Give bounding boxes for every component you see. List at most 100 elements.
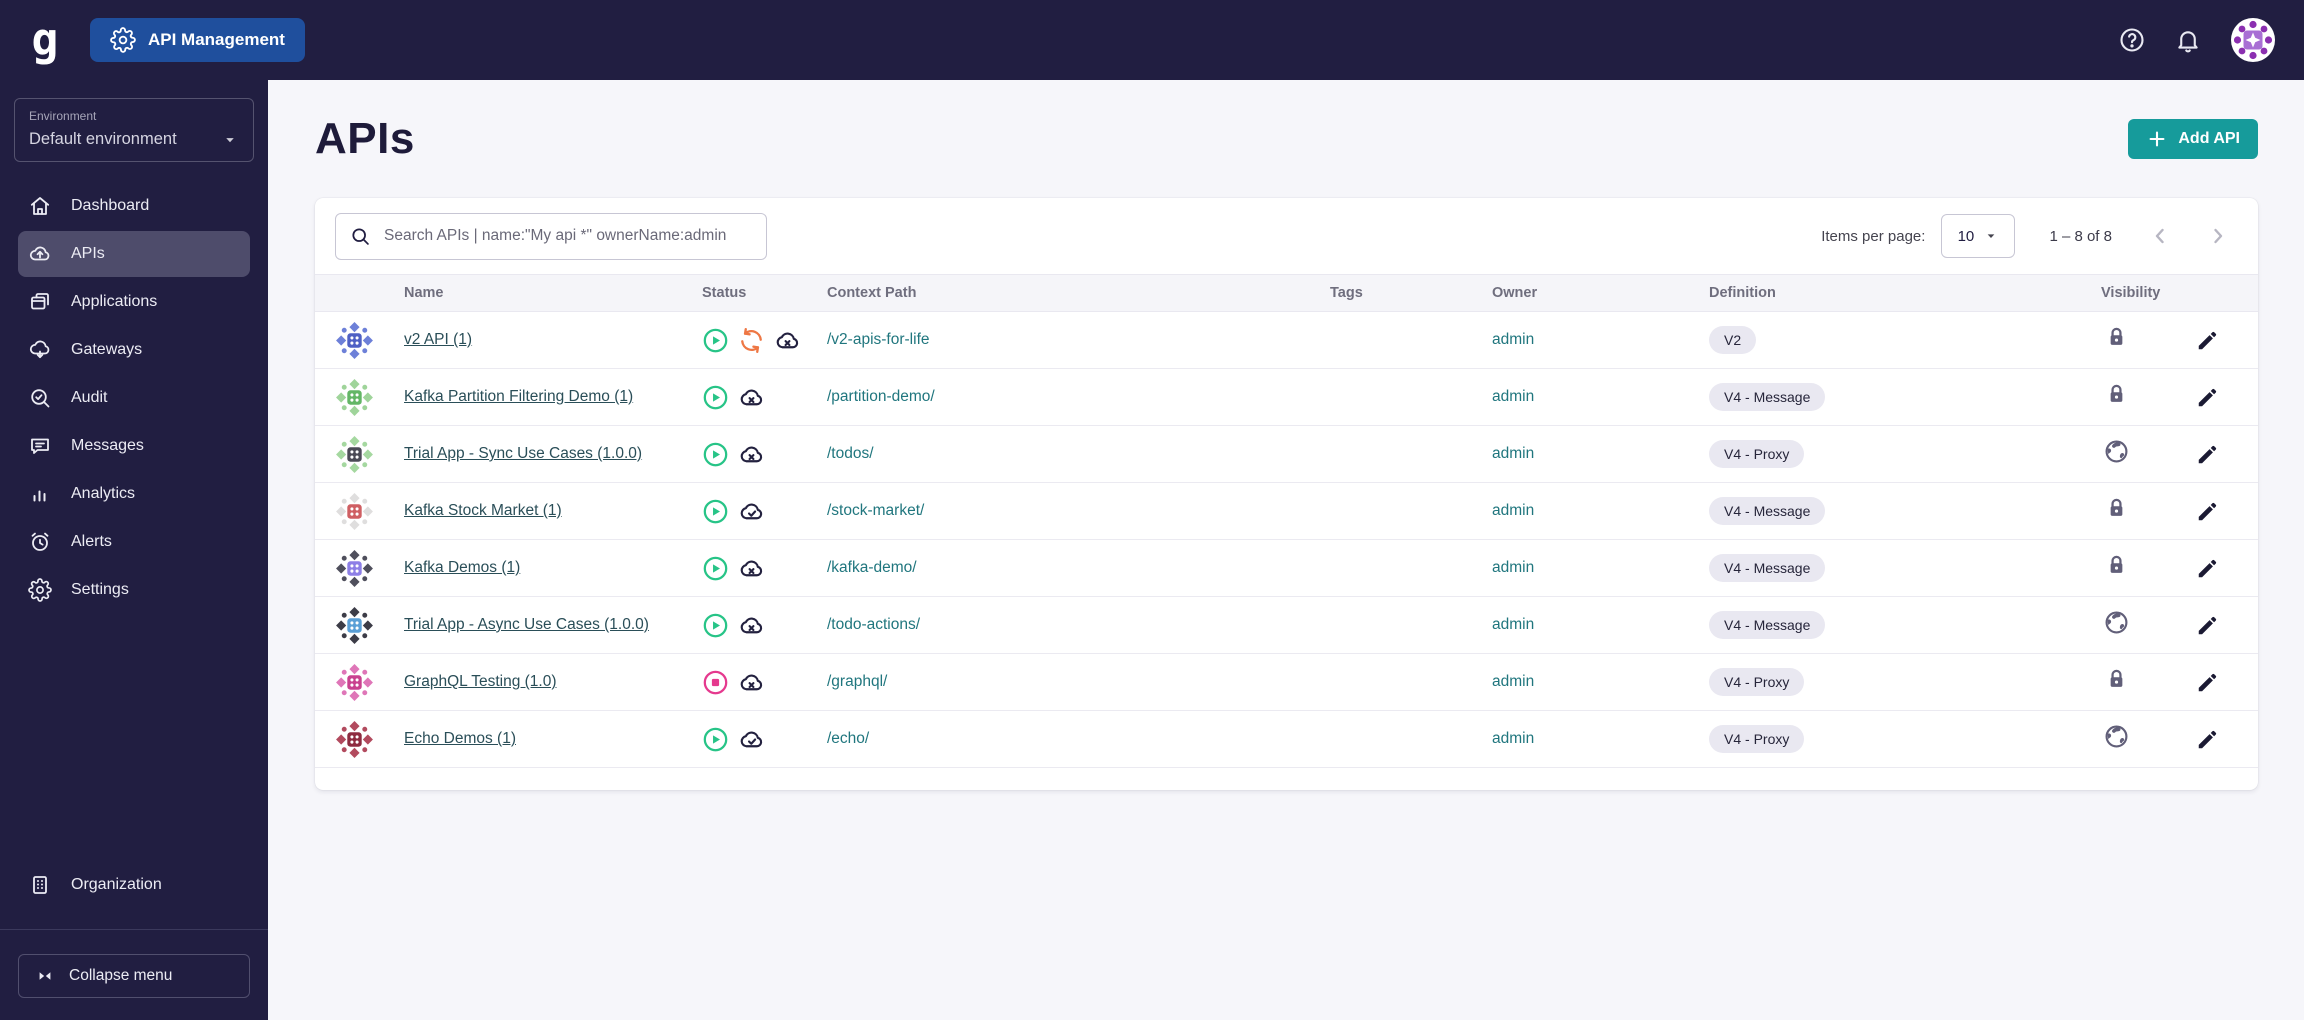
- sidebar-item-analytics[interactable]: Analytics: [18, 471, 250, 517]
- api-owner: admin: [1492, 673, 1535, 690]
- api-status: [702, 327, 827, 354]
- add-api-button[interactable]: Add API: [2128, 119, 2258, 159]
- api-name-link[interactable]: Echo Demos (1): [404, 730, 516, 747]
- play-icon: [702, 612, 729, 639]
- api-visibility: [2101, 495, 2191, 527]
- sidebar-item-organization[interactable]: Organization: [18, 862, 250, 908]
- pencil-icon: [2195, 613, 2220, 638]
- edit-api-button[interactable]: [2191, 723, 2224, 756]
- edit-api-button[interactable]: [2191, 438, 2224, 471]
- bell-icon: [2174, 26, 2202, 54]
- chevron-right-icon: [2206, 224, 2230, 248]
- edit-api-button[interactable]: [2191, 552, 2224, 585]
- lock-icon: [2103, 552, 2130, 579]
- api-visibility: [2101, 381, 2191, 413]
- api-status: [702, 441, 827, 468]
- environment-selector[interactable]: Environment Default environment: [14, 98, 254, 162]
- table-row: Trial App - Async Use Cases (1.0.0) /tod…: [315, 597, 2258, 654]
- play-icon: [702, 726, 729, 753]
- api-owner: admin: [1492, 616, 1535, 633]
- edit-api-button[interactable]: [2191, 609, 2224, 642]
- lock-icon: [2103, 324, 2130, 351]
- pencil-icon: [2195, 442, 2220, 467]
- sidebar-item-messages[interactable]: Messages: [18, 423, 250, 469]
- help-button[interactable]: [2118, 26, 2146, 54]
- api-name-link[interactable]: Trial App - Async Use Cases (1.0.0): [404, 616, 649, 633]
- api-visibility: [2101, 609, 2191, 641]
- pencil-icon: [2195, 670, 2220, 695]
- cloud-x-icon: [738, 669, 765, 696]
- api-visibility: [2101, 324, 2191, 356]
- app-label: API Management: [148, 30, 285, 49]
- sidebar-item-audit[interactable]: Audit: [18, 375, 250, 421]
- sidebar-item-dashboard[interactable]: Dashboard: [18, 183, 250, 229]
- api-context-path: /todo-actions/: [827, 616, 921, 633]
- app-switcher-button[interactable]: API Management: [90, 18, 305, 62]
- gear-icon: [28, 578, 52, 602]
- api-owner: admin: [1492, 502, 1535, 519]
- lock-icon: [2103, 666, 2130, 693]
- api-avatar: [336, 720, 373, 758]
- edit-api-button[interactable]: [2191, 666, 2224, 699]
- page-header: APIs Add API: [268, 80, 2304, 164]
- sidebar-item-apis[interactable]: APIs: [18, 231, 250, 277]
- apis-card: Items per page: 10 1 – 8 of 8 Name Status…: [315, 198, 2258, 790]
- next-page-button[interactable]: [2200, 218, 2236, 254]
- api-avatar: [336, 549, 373, 587]
- api-context-path: /v2-apis-for-life: [827, 331, 930, 348]
- api-name-link[interactable]: Trial App - Sync Use Cases (1.0.0): [404, 445, 642, 462]
- cloud-x-icon: [738, 612, 765, 639]
- topbar: g API Management: [0, 0, 2304, 80]
- api-name-link[interactable]: Kafka Partition Filtering Demo (1): [404, 388, 633, 405]
- cloud-down-icon: [28, 338, 52, 362]
- sidebar-item-alerts[interactable]: Alerts: [18, 519, 250, 565]
- search-icon: [350, 226, 371, 247]
- api-definition-badge: V4 - Message: [1709, 383, 1826, 411]
- api-name-link[interactable]: GraphQL Testing (1.0): [404, 673, 557, 690]
- api-name-link[interactable]: v2 API (1): [404, 331, 472, 348]
- column-header-owner: Owner: [1492, 285, 1538, 301]
- api-definition-badge: V4 - Proxy: [1709, 668, 1805, 696]
- notifications-button[interactable]: [2174, 26, 2202, 54]
- building-icon: [28, 873, 52, 897]
- chevron-down-icon: [1983, 228, 1999, 244]
- api-visibility: [2101, 552, 2191, 584]
- globe-icon: [2103, 609, 2130, 636]
- api-owner: admin: [1492, 559, 1535, 576]
- api-owner: admin: [1492, 730, 1535, 747]
- edit-api-button[interactable]: [2191, 324, 2224, 357]
- items-per-page-select[interactable]: 10: [1941, 214, 2016, 258]
- search-input[interactable]: [382, 226, 752, 246]
- edit-api-button[interactable]: [2191, 381, 2224, 414]
- sidebar-item-applications[interactable]: Applications: [18, 279, 250, 325]
- gravitee-logo[interactable]: g: [28, 15, 68, 65]
- table-row: Echo Demos (1) /echo/ admin V4 - Proxy: [315, 711, 2258, 768]
- sidebar-item-settings[interactable]: Settings: [18, 567, 250, 613]
- cloud-x-icon: [738, 384, 765, 411]
- api-name-link[interactable]: Kafka Demos (1): [404, 559, 520, 576]
- column-header-definition: Definition: [1709, 285, 1776, 301]
- chevron-left-icon: [2148, 224, 2172, 248]
- previous-page-button[interactable]: [2142, 218, 2178, 254]
- edit-api-button[interactable]: [2191, 495, 2224, 528]
- sidebar-item-gateways[interactable]: Gateways: [18, 327, 250, 373]
- api-context-path: /todos/: [827, 445, 874, 462]
- plus-icon: [2146, 128, 2168, 150]
- items-per-page-value: 10: [1957, 227, 1975, 245]
- column-header-status: Status: [702, 285, 747, 301]
- user-menu-button[interactable]: [2230, 17, 2276, 63]
- table-body: v2 API (1) /v2-apis-for-life admin V2 Ka…: [315, 312, 2258, 768]
- table-header: Name Status Context Path Tags Owner Definitio…: [315, 274, 2258, 312]
- column-header-name: Name: [404, 285, 444, 301]
- collapse-label: Collapse menu: [69, 967, 173, 984]
- table-row: Kafka Stock Market (1) /stock-market/ ad…: [315, 483, 2258, 540]
- play-icon: [702, 498, 729, 525]
- collapse-menu-button[interactable]: Collapse menu: [18, 954, 250, 998]
- pagination-range: 1 – 8 of 8: [2049, 227, 2112, 245]
- pencil-icon: [2195, 328, 2220, 353]
- table-row: Kafka Demos (1) /kafka-demo/ admin V4 - …: [315, 540, 2258, 597]
- api-status: [702, 726, 827, 753]
- environment-value: Default environment: [29, 130, 177, 148]
- api-name-link[interactable]: Kafka Stock Market (1): [404, 502, 562, 519]
